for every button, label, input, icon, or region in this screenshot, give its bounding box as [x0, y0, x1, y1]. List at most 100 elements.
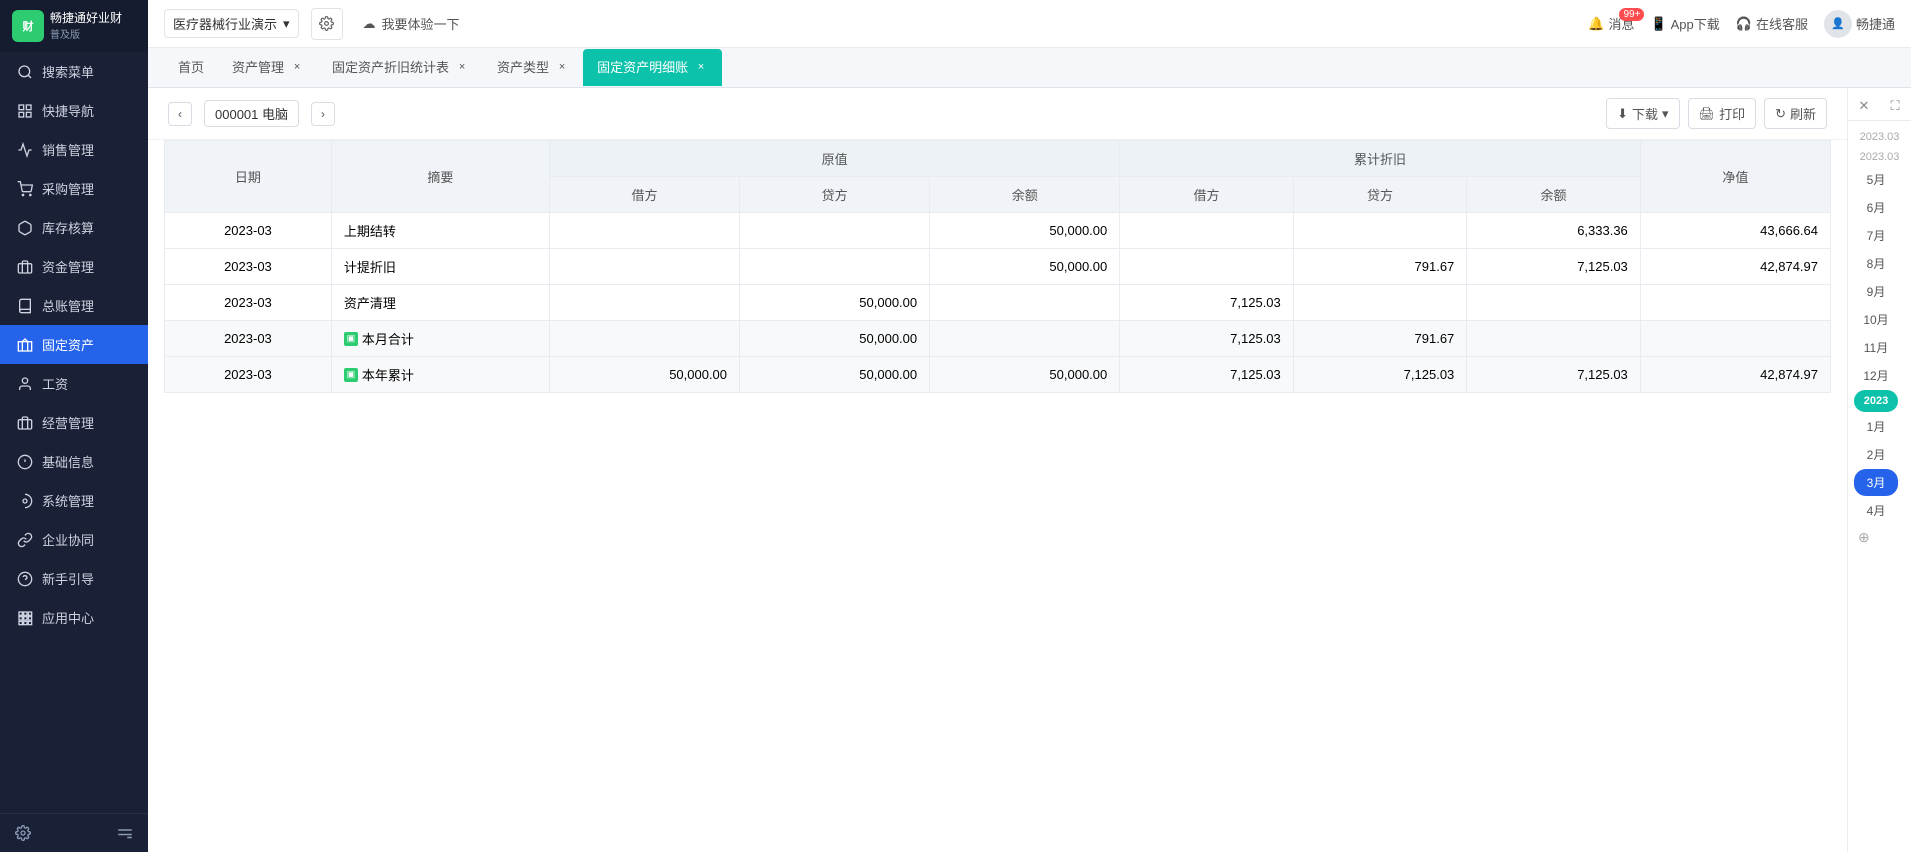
timeline-month-2[interactable]: 2月: [1854, 441, 1898, 468]
experience-button[interactable]: ☁ 我要体验一下: [363, 14, 460, 33]
briefcase-icon: [16, 414, 34, 432]
refresh-button[interactable]: ↻ 刷新: [1764, 98, 1827, 129]
timeline-date-label1: 2023.03: [1854, 125, 1905, 145]
sidebar-item-purchase[interactable]: 采购管理: [0, 169, 148, 208]
tab-close-icon[interactable]: ×: [694, 60, 708, 74]
cell-ad-debit: [1120, 249, 1294, 285]
cell-date: 2023-03: [165, 285, 332, 321]
tab-close-icon[interactable]: ×: [455, 60, 469, 74]
timeline-month-12[interactable]: 12月: [1854, 362, 1898, 389]
topbar-right: 🔔 消息 99+ 📱 App下载 🎧 在线客服 👤 畅捷通: [1588, 10, 1895, 38]
sidebar-item-label: 新手引导: [42, 569, 94, 588]
sidebar-item-system[interactable]: 系统管理: [0, 481, 148, 520]
sidebar-item-enterprise[interactable]: 企业协同: [0, 520, 148, 559]
cell-ov-credit: 50,000.00: [740, 285, 930, 321]
print-button[interactable]: 🖨 打印: [1688, 98, 1757, 129]
settings-button[interactable]: [311, 8, 343, 40]
guide-icon: [16, 570, 34, 588]
table-wrap: 日期 摘要 原值 累计折旧 净值 借方 贷方 余额 借方 贷方 余额: [148, 140, 1847, 852]
timeline-month-1[interactable]: 1月: [1854, 413, 1898, 440]
tab-home[interactable]: 首页: [164, 49, 218, 86]
sidebar-item-ledger[interactable]: 总账管理: [0, 286, 148, 325]
timeline-month-9[interactable]: 9月: [1854, 278, 1898, 305]
prev-asset-button[interactable]: ‹: [168, 102, 192, 126]
cell-ad-debit: 7,125.03: [1120, 321, 1294, 357]
print-label: 打印: [1719, 104, 1745, 123]
timeline-expand-button[interactable]: ⛶: [1885, 96, 1905, 116]
download-label: 下载: [1632, 104, 1658, 123]
th-ov-balance: 余额: [930, 177, 1120, 213]
timeline-month-7[interactable]: 7月: [1854, 222, 1898, 249]
sidebar-logo: 财 畅捷通好业财 普及版: [0, 0, 148, 52]
sidebar-item-label: 快捷导航: [42, 101, 94, 120]
dropdown-icon: ▾: [1662, 106, 1669, 122]
gear-icon[interactable]: [14, 824, 32, 842]
sidebar-item-operations[interactable]: 经营管理: [0, 403, 148, 442]
notifications-button[interactable]: 🔔 消息 99+: [1588, 14, 1634, 33]
sidebar-item-guide[interactable]: 新手引导: [0, 559, 148, 598]
collapse-icon[interactable]: [116, 824, 134, 842]
sidebar-item-label: 企业协同: [42, 530, 94, 549]
tab-label: 固定资产折旧统计表: [332, 57, 449, 76]
timeline-month-8[interactable]: 8月: [1854, 250, 1898, 277]
next-asset-button[interactable]: ›: [311, 102, 335, 126]
timeline-month-5[interactable]: 5月: [1854, 166, 1898, 193]
cell-ad-credit: 7,125.03: [1293, 357, 1467, 393]
sidebar-footer: [0, 813, 148, 852]
timeline-month-4[interactable]: 4月: [1854, 497, 1898, 524]
tab-close-icon[interactable]: ×: [555, 60, 569, 74]
sidebar-item-sales[interactable]: 销售管理: [0, 130, 148, 169]
sidebar-item-payroll[interactable]: 工资: [0, 364, 148, 403]
sidebar-item-label: 应用中心: [42, 608, 94, 627]
cell-ad-credit: 791.67: [1293, 249, 1467, 285]
timeline-down-chevron[interactable]: ⊕: [1854, 525, 1905, 550]
total-icon: ▣: [344, 332, 358, 346]
sidebar-item-quicknav[interactable]: 快捷导航: [0, 91, 148, 130]
th-ad-balance: 余额: [1467, 177, 1641, 213]
sidebar-item-finance[interactable]: 资金管理: [0, 247, 148, 286]
customer-service-button[interactable]: 🎧 在线客服: [1736, 14, 1808, 33]
sidebar-item-basic-info[interactable]: 基础信息: [0, 442, 148, 481]
avatar: 👤: [1824, 10, 1852, 38]
sidebar-item-inventory[interactable]: 库存核算: [0, 208, 148, 247]
table-row: 2023-03 上期结转 50,000.00 6,333.36 43,666.6…: [165, 213, 1831, 249]
sidebar-item-appcenter[interactable]: 应用中心: [0, 598, 148, 637]
sidebar-item-fixed-assets[interactable]: 固定资产: [0, 325, 148, 364]
tab-label: 固定资产明细账: [597, 57, 688, 76]
company-selector[interactable]: 医疗器械行业演示 ▾: [164, 9, 299, 38]
cell-ad-credit: [1293, 285, 1467, 321]
cell-ov-credit: [740, 249, 930, 285]
tab-close-icon[interactable]: ×: [290, 60, 304, 74]
sidebar-item-label: 经营管理: [42, 413, 94, 432]
timeline-year-2023[interactable]: 2023: [1854, 390, 1898, 412]
sidebar-item-search[interactable]: 搜索菜单: [0, 52, 148, 91]
data-table: 日期 摘要 原值 累计折旧 净值 借方 贷方 余额 借方 贷方 余额: [164, 140, 1831, 393]
cell-date: 2023-03: [165, 249, 332, 285]
tab-asset-detail[interactable]: 固定资产明细账 ×: [583, 49, 722, 86]
cell-ov-balance: 50,000.00: [930, 213, 1120, 249]
timeline-month-3-active[interactable]: 3月: [1854, 469, 1898, 496]
cell-net-value: [1640, 321, 1830, 357]
cell-ad-credit: 791.67: [1293, 321, 1467, 357]
main-area: 医疗器械行业演示 ▾ ☁ 我要体验一下 🔔 消息 99+ 📱 App下载 🎧 在…: [148, 0, 1911, 852]
timeline-close-button[interactable]: ✕: [1854, 96, 1874, 116]
chevron-down-icon: ▾: [283, 16, 290, 32]
user-menu[interactable]: 👤 畅捷通: [1824, 10, 1895, 38]
tab-depreciation-stats[interactable]: 固定资产折旧统计表 ×: [318, 49, 483, 86]
search-icon: [16, 63, 34, 81]
app-download-button[interactable]: 📱 App下载: [1650, 14, 1719, 33]
settings-icon: [16, 492, 34, 510]
cell-summary: ▣本年累计: [331, 357, 549, 393]
download-button[interactable]: ⬇ 下载 ▾: [1606, 98, 1679, 129]
sidebar-nav: 搜索菜单 快捷导航 销售管理 采购管理: [0, 52, 148, 813]
tab-label: 资产管理: [232, 57, 284, 76]
timeline-month-10[interactable]: 10月: [1854, 306, 1898, 333]
cell-date: 2023-03: [165, 357, 332, 393]
timeline-month-6[interactable]: 6月: [1854, 194, 1898, 221]
timeline-month-11[interactable]: 11月: [1854, 334, 1898, 361]
sidebar-item-label: 工资: [42, 374, 68, 393]
sidebar-item-label: 搜索菜单: [42, 62, 94, 81]
money-icon: [16, 258, 34, 276]
tab-asset-type[interactable]: 资产类型 ×: [483, 49, 583, 86]
tab-asset-management[interactable]: 资产管理 ×: [218, 49, 318, 86]
